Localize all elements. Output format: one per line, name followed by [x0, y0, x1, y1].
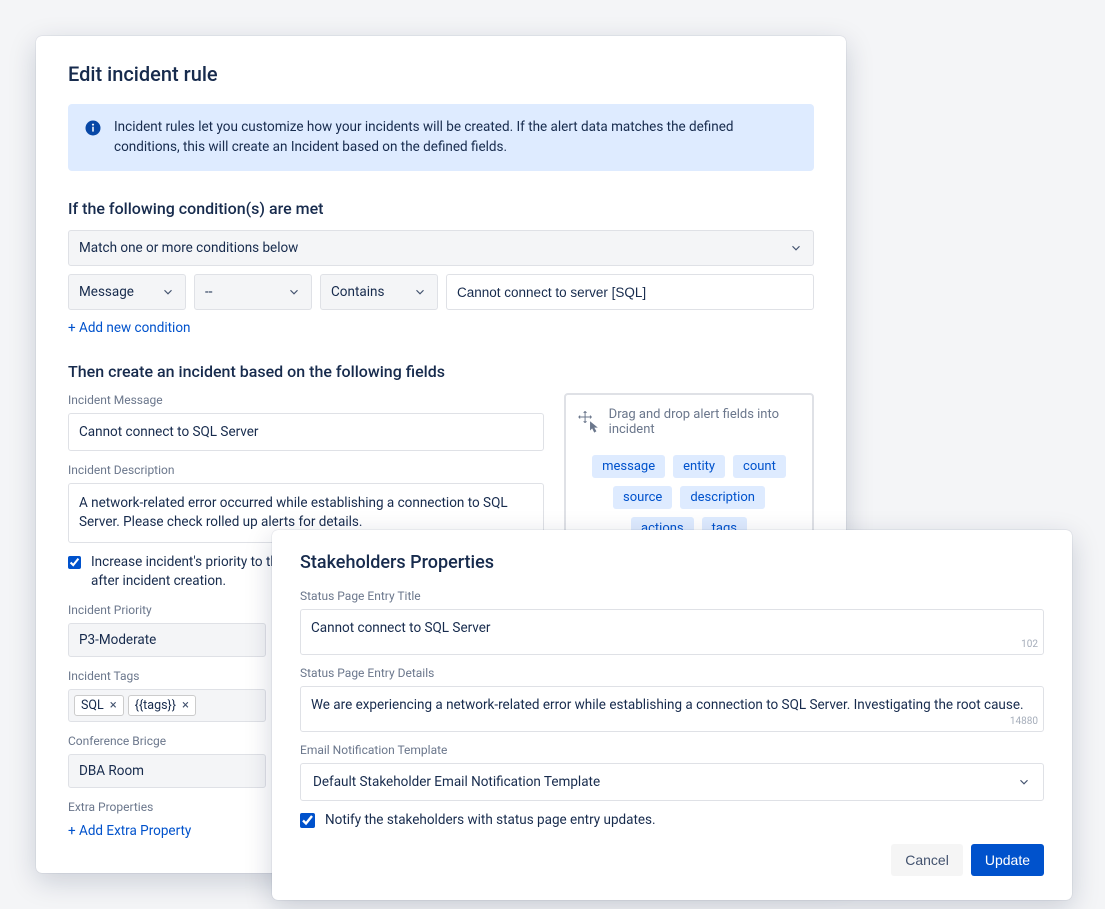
- info-text: Incident rules let you customize how you…: [114, 118, 798, 157]
- condition-op1-select[interactable]: --: [194, 274, 312, 310]
- status-details-input[interactable]: We are experiencing a network-related er…: [300, 686, 1044, 732]
- notify-stakeholders-label: Notify the stakeholders with status page…: [325, 811, 656, 830]
- add-extra-property-link[interactable]: + Add Extra Property: [68, 823, 191, 839]
- chevron-down-icon: [161, 285, 175, 299]
- notify-stakeholders-checkbox[interactable]: [300, 813, 315, 828]
- match-mode-select[interactable]: Match one or more conditions below: [68, 230, 814, 266]
- incident-description-label: Incident Description: [68, 463, 544, 477]
- dropzone-hint: Drag and drop alert fields into incident: [609, 407, 800, 437]
- increase-priority-checkbox[interactable]: [68, 555, 81, 570]
- status-title-label: Status Page Entry Title: [300, 589, 1044, 603]
- add-condition-link[interactable]: + Add new condition: [68, 320, 190, 336]
- stakeholders-title: Stakeholders Properties: [300, 552, 1044, 573]
- match-mode-value: Match one or more conditions below: [79, 240, 298, 256]
- condition-value-input[interactable]: [446, 274, 814, 310]
- incident-priority-select[interactable]: P3-Moderate: [68, 623, 266, 657]
- field-pill[interactable]: message: [592, 455, 665, 478]
- condition-row: Message -- Contains: [68, 274, 814, 310]
- info-icon: [84, 119, 102, 137]
- tag-remove-icon[interactable]: ×: [110, 699, 117, 712]
- chevron-down-icon: [789, 241, 803, 255]
- email-template-label: Email Notification Template: [300, 743, 1044, 757]
- incident-tags-input[interactable]: SQL× {{tags}}×: [68, 689, 266, 722]
- update-button[interactable]: Update: [971, 844, 1044, 876]
- incident-message-input[interactable]: Cannot connect to SQL Server: [68, 413, 544, 451]
- conditions-heading: If the following condition(s) are met: [68, 199, 814, 218]
- email-template-select[interactable]: Default Stakeholder Email Notification T…: [300, 763, 1044, 801]
- drag-drop-icon: [578, 409, 601, 435]
- status-details-label: Status Page Entry Details: [300, 666, 1044, 680]
- chevron-down-icon: [287, 285, 301, 299]
- cancel-button[interactable]: Cancel: [891, 844, 963, 876]
- then-heading: Then create an incident based on the fol…: [68, 362, 814, 381]
- field-pill[interactable]: count: [733, 455, 786, 478]
- page-title: Edit incident rule: [68, 62, 814, 86]
- tag-chip: SQL×: [74, 695, 124, 716]
- status-title-input[interactable]: Cannot connect to SQL Server: [300, 609, 1044, 655]
- conference-bridge-select[interactable]: DBA Room: [68, 754, 266, 788]
- info-banner: Incident rules let you customize how you…: [68, 104, 814, 171]
- chevron-down-icon: [1017, 775, 1031, 789]
- chevron-down-icon: [413, 285, 427, 299]
- field-pill[interactable]: description: [680, 486, 765, 509]
- condition-op2-select[interactable]: Contains: [320, 274, 438, 310]
- tag-remove-icon[interactable]: ×: [182, 699, 189, 712]
- condition-field-select[interactable]: Message: [68, 274, 186, 310]
- field-pill[interactable]: source: [613, 486, 672, 509]
- stakeholders-panel: Stakeholders Properties Status Page Entr…: [272, 530, 1072, 900]
- field-pill[interactable]: entity: [673, 455, 725, 478]
- incident-message-label: Incident Message: [68, 393, 544, 407]
- tag-chip: {{tags}}×: [128, 695, 196, 716]
